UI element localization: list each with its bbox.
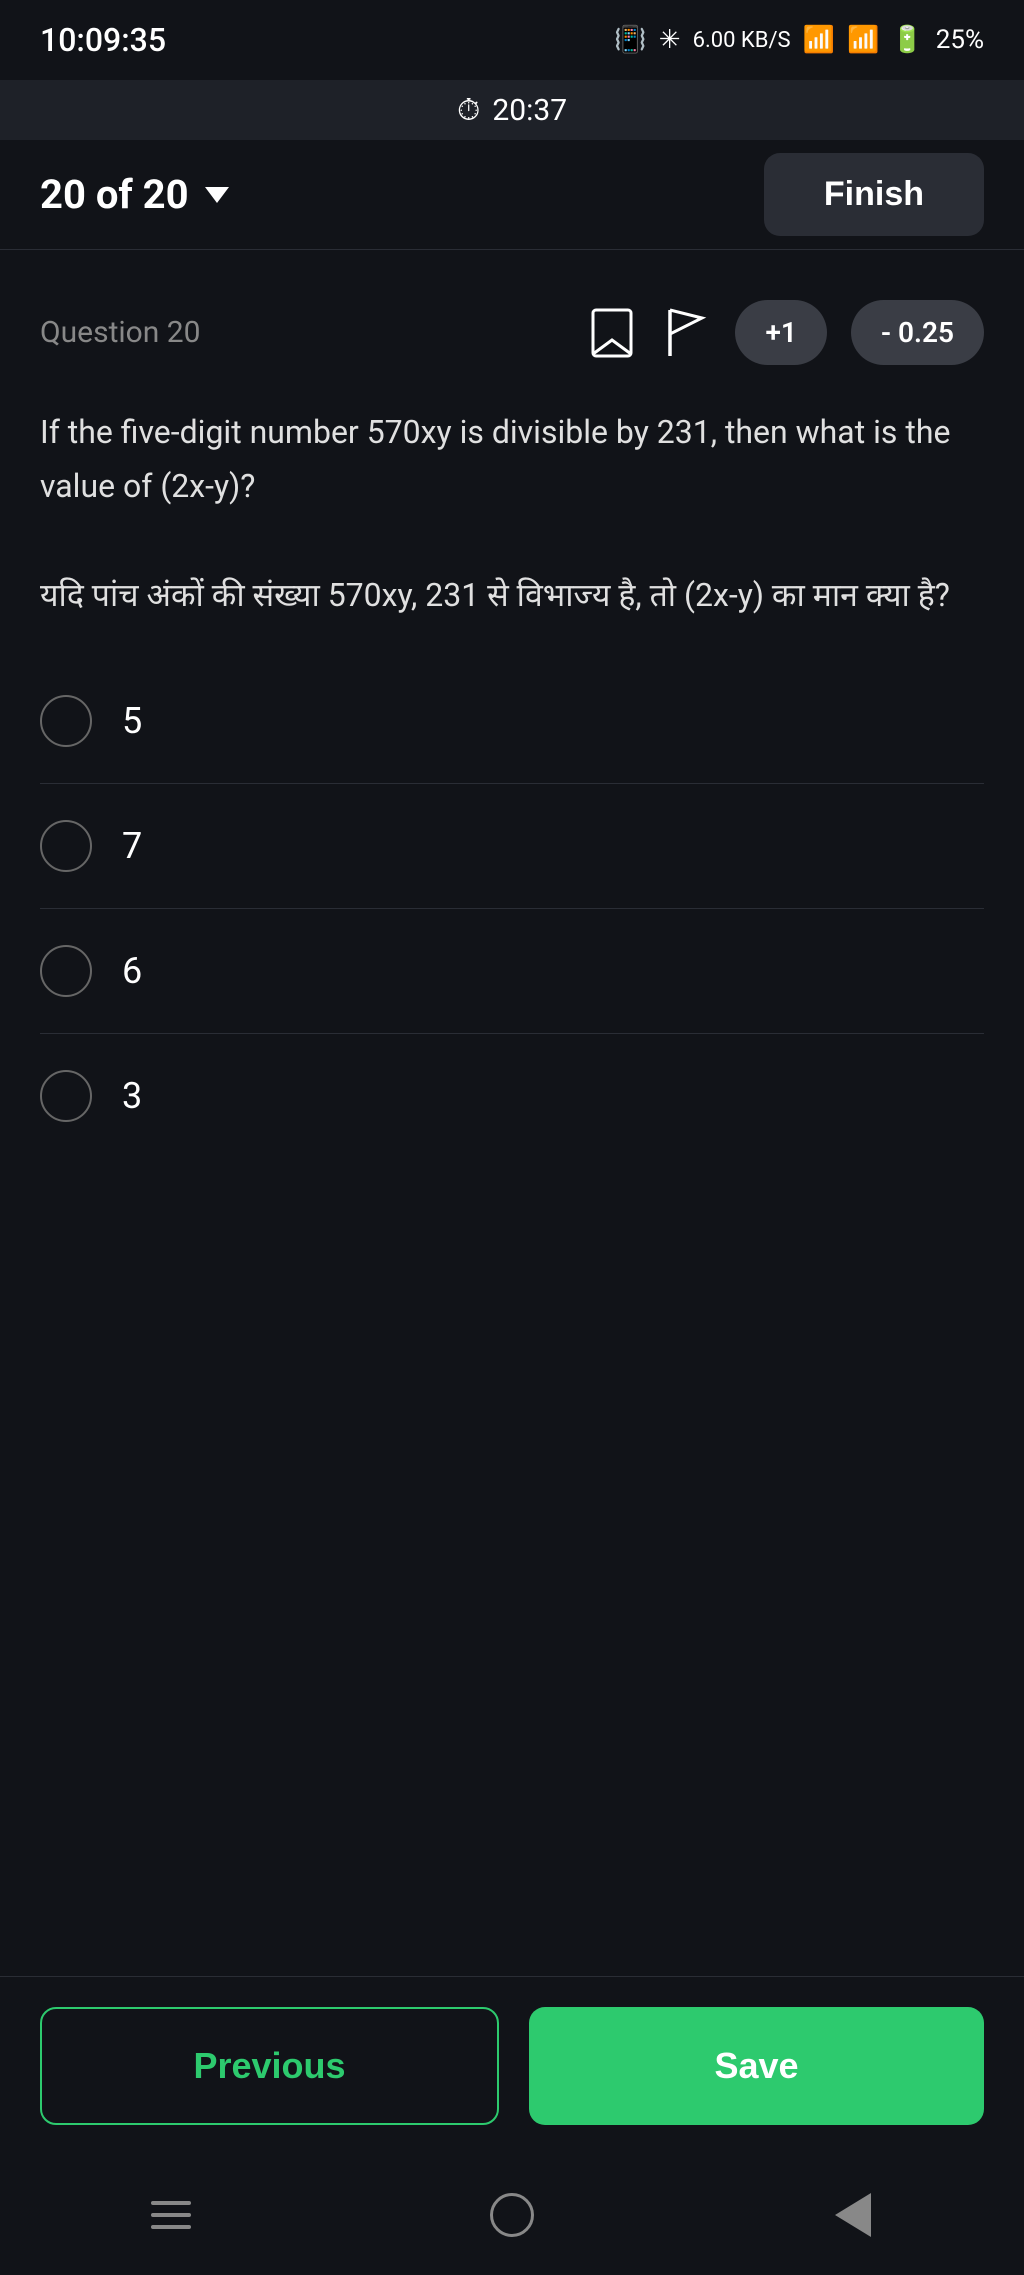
- score-positive-badge[interactable]: +1: [735, 300, 826, 365]
- option-text-b: 7: [122, 825, 142, 867]
- header: 20 of 20 Finish: [0, 140, 1024, 250]
- bookmark-icon[interactable]: [587, 308, 637, 358]
- question-text: If the five-digit number 570xy is divisi…: [40, 405, 984, 623]
- option-text-a: 5: [122, 700, 142, 742]
- battery-icon: 🔋: [891, 25, 923, 55]
- timer-bar: ⏱ 20:37: [0, 80, 1024, 140]
- option-text-d: 3: [122, 1075, 142, 1117]
- question-header: Question 20 +1 - 0.25: [40, 300, 984, 365]
- bottom-nav: Previous Save: [0, 1976, 1024, 2155]
- question-text-hi: यदि पांच अंकों की संख्या 570xy, 231 से व…: [40, 576, 950, 614]
- vibrate-icon: 📳: [614, 25, 646, 55]
- question-text-en: If the five-digit number 570xy is divisi…: [40, 413, 950, 505]
- finish-button[interactable]: Finish: [764, 153, 984, 236]
- option-radio-c[interactable]: [40, 945, 92, 997]
- question-label: Question 20: [40, 315, 201, 350]
- question-area: Question 20 +1 - 0.25 If the: [0, 250, 1024, 1188]
- list-item[interactable]: 7: [40, 784, 984, 909]
- signal-icon: 📶: [847, 25, 879, 55]
- options-list: 5 7 6 3: [40, 659, 984, 1158]
- home-circle-icon[interactable]: [487, 2190, 537, 2240]
- timer-display: 20:37: [492, 93, 567, 128]
- option-radio-b[interactable]: [40, 820, 92, 872]
- bluetooth-icon: ✳: [659, 25, 681, 55]
- chevron-down-icon[interactable]: [205, 187, 229, 203]
- system-nav: [0, 2155, 1024, 2275]
- battery-percent: 25%: [936, 25, 984, 55]
- option-radio-d[interactable]: [40, 1070, 92, 1122]
- list-item[interactable]: 3: [40, 1034, 984, 1158]
- status-icons: 📳 ✳ 6.00 KB/S 📶 📶 🔋 25%: [614, 25, 984, 55]
- list-item[interactable]: 5: [40, 659, 984, 784]
- wifi-icon: 📶: [803, 25, 835, 55]
- status-time: 10:09:35: [40, 21, 166, 59]
- previous-button[interactable]: Previous: [40, 2007, 499, 2125]
- hamburger-menu-icon[interactable]: [146, 2190, 196, 2240]
- list-item[interactable]: 6: [40, 909, 984, 1034]
- save-button[interactable]: Save: [529, 2007, 984, 2125]
- back-triangle-icon[interactable]: [828, 2190, 878, 2240]
- timer-icon: ⏱: [457, 93, 480, 128]
- question-counter[interactable]: 20 of 20: [40, 171, 229, 218]
- question-actions: +1 - 0.25: [587, 300, 984, 365]
- counter-text: 20 of 20: [40, 171, 189, 218]
- option-text-c: 6: [122, 950, 142, 992]
- network-speed: 6.00 KB/S: [693, 28, 791, 53]
- flag-icon[interactable]: [661, 308, 711, 358]
- option-radio-a[interactable]: [40, 695, 92, 747]
- status-bar: 10:09:35 📳 ✳ 6.00 KB/S 📶 📶 🔋 25%: [0, 0, 1024, 80]
- score-negative-badge[interactable]: - 0.25: [851, 300, 984, 365]
